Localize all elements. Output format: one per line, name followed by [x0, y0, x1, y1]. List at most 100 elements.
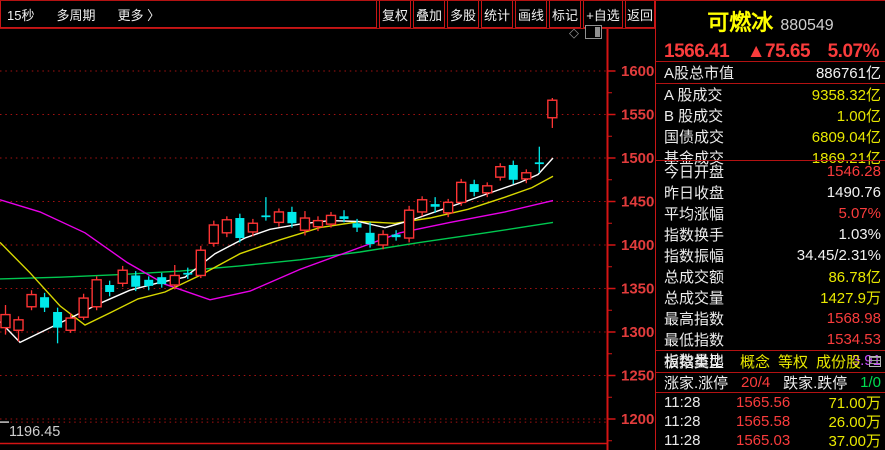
- y-axis-label: 1600: [621, 63, 654, 80]
- tick-time: 11:28: [664, 432, 701, 449]
- candle-body-up: [247, 222, 259, 233]
- candle-body-up: [78, 297, 89, 318]
- top-border: [0, 0, 885, 1]
- sector-tag[interactable]: 等权: [778, 351, 808, 372]
- candle-body-up: [221, 219, 233, 234]
- sector-type-label: 板指类型: [664, 354, 725, 371]
- tick-price: 1565.58: [736, 413, 791, 430]
- period-15s[interactable]: 15秒: [7, 5, 34, 24]
- candle-body-up: [91, 279, 102, 308]
- stat-value: 1.03%: [838, 226, 881, 243]
- stat-row: 今日开盘 1546.28: [656, 161, 885, 182]
- candle-body-up: [273, 211, 285, 224]
- candle-body-up: [26, 293, 37, 308]
- sector-tag[interactable]: 成份股: [816, 351, 861, 372]
- candle-body-up: [208, 224, 220, 244]
- candle-body-down: [131, 275, 141, 287]
- stat-label: 昨日收盘: [664, 185, 725, 202]
- candle-body-up: [117, 269, 128, 284]
- stat-value: 1.00亿: [836, 108, 881, 125]
- diamond-marker-icon[interactable]: ◇: [569, 26, 579, 39]
- stat-row: 最高指数 1568.98: [656, 308, 885, 329]
- adjust-button[interactable]: 复权: [379, 0, 411, 28]
- add-watchlist-button[interactable]: +自选: [583, 0, 623, 28]
- candle-body-down: [40, 297, 50, 308]
- candle-body-down: [235, 218, 245, 239]
- stat-value: 6809.04亿: [811, 129, 881, 146]
- tick-row: 11:28 1565.03 37.00万: [656, 431, 885, 450]
- y-axis-label: 1200: [621, 411, 654, 428]
- stat-value: 34.45/2.31%: [796, 247, 881, 264]
- panel-toggle-icon[interactable]: [585, 25, 602, 39]
- tick-time: 11:28: [664, 413, 701, 430]
- turnover-stats: A 股成交 9358.32亿 B 股成交 1.00亿 国债成交 6809.04亿 基金成交 1…: [656, 83, 885, 167]
- candle-body-up: [482, 185, 493, 194]
- overlay-button[interactable]: 叠加: [413, 0, 445, 28]
- stat-value: 1534.53: [826, 331, 881, 348]
- stat-row-market-cap: A股总市值 886761亿: [656, 61, 885, 83]
- period-multi[interactable]: 多周期: [56, 5, 95, 24]
- axis-layer: 1600 1550 1500 1450 1400 1350 1300 1250 1200: [0, 29, 654, 450]
- candle-body-up: [456, 181, 467, 204]
- candle-body-down: [183, 272, 193, 275]
- candle-body-up: [521, 172, 532, 180]
- stat-row: 最低指数 1534.53: [656, 329, 885, 350]
- stat-label: 指数换手: [664, 227, 725, 244]
- candle-body-up: [65, 317, 76, 331]
- candle-body-up: [325, 214, 337, 225]
- stat-value: 1568.98: [826, 310, 881, 327]
- candle-body-up: [13, 319, 24, 331]
- advancers-label: 涨家.涨停: [664, 375, 729, 392]
- toolbar: 15秒 多周期 更多 〉 复权 叠加 多股 统计 画线 标记 +自选 返回: [0, 0, 656, 29]
- period-bar: 15秒 多周期 更多 〉: [0, 0, 377, 28]
- toolbar-buttons: 复权 叠加 多股 统计 画线 标记 +自选 返回: [377, 0, 656, 28]
- y-axis-label: 1450: [621, 194, 654, 211]
- period-more[interactable]: 更多 〉: [117, 5, 160, 24]
- stat-value: 1546.28: [826, 163, 881, 180]
- multi-stock-button[interactable]: 多股: [447, 0, 479, 28]
- stat-label: B 股成交: [664, 108, 724, 125]
- stat-row: 总成交额 86.78亿: [656, 266, 885, 287]
- kline-chart[interactable]: 1196.45 1600 1550 1500 1450 1400 1350 1300 1250 1…: [0, 29, 656, 450]
- candle-body-up: [495, 165, 506, 178]
- sector-tag[interactable]: 概念: [740, 351, 770, 372]
- tick-vol: 71.00万: [828, 395, 881, 412]
- sector-type-row: 板指类型 概念 等权 成份股: [656, 350, 885, 372]
- candle-body-down: [508, 164, 518, 180]
- stat-label: 平均涨幅: [664, 206, 725, 223]
- kline-chart-svg[interactable]: 1196.45160015501500145014001350130012501…: [0, 29, 656, 450]
- tick-vol: 26.00万: [828, 414, 881, 431]
- index-stats: 今日开盘 1546.28 昨日收盘 1490.76 平均涨幅 5.07% 指数换手 1.03%…: [656, 160, 885, 370]
- candle-body-down: [144, 279, 154, 286]
- y-axis-label: 1350: [621, 281, 654, 298]
- quote-price: 1566.41: [664, 41, 730, 62]
- candle-body-up: [0, 313, 11, 329]
- stat-row: 指数振幅 34.45/2.31%: [656, 245, 885, 266]
- mark-button[interactable]: 标记: [549, 0, 581, 28]
- sector-tags: 概念 等权 成份股: [740, 351, 881, 372]
- stat-label: A 股成交: [664, 87, 723, 104]
- stat-value: 86.78亿: [828, 269, 881, 286]
- candle-body-up: [442, 201, 454, 214]
- quote-change-pct: 5.07%: [827, 41, 880, 62]
- stat-row: 平均涨幅 5.07%: [656, 203, 885, 224]
- stat-value: 1427.9万: [820, 290, 881, 307]
- stat-value: 1490.76: [826, 184, 881, 201]
- stat-row: A 股成交 9358.32亿: [656, 84, 885, 105]
- chart-corner-icons: ◇: [569, 25, 602, 39]
- stats-button[interactable]: 统计: [481, 0, 513, 28]
- candle-body-down: [469, 184, 479, 192]
- stat-label: 指数振幅: [664, 248, 725, 265]
- candle-body-down: [352, 223, 362, 228]
- breadth-row: 涨家.涨停 20/4 跌家.跌停 1/0: [656, 372, 885, 392]
- candle-body-up: [403, 209, 415, 239]
- candle-body-down: [261, 215, 271, 218]
- back-button[interactable]: 返回: [625, 0, 655, 28]
- tick-time: 11:28: [664, 394, 701, 411]
- components-list-icon[interactable]: [869, 356, 881, 367]
- stat-row: B 股成交 1.00亿: [656, 105, 885, 126]
- candle-body-up: [195, 249, 207, 277]
- stat-value: 886761亿: [815, 65, 881, 82]
- stat-row: 国债成交 6809.04亿: [656, 126, 885, 147]
- draw-line-button[interactable]: 画线: [515, 0, 547, 28]
